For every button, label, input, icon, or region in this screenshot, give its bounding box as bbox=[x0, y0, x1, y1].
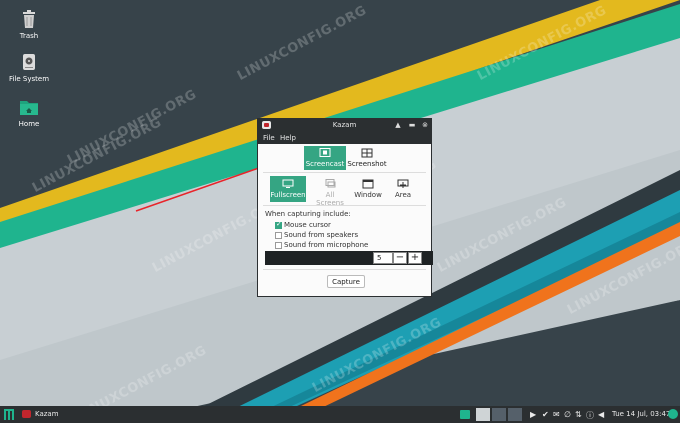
user-avatar[interactable] bbox=[668, 409, 678, 419]
taskbar: Kazam ▶ ✔ ✉ ∅ ⇅ ⓘ ◀ Tue 14 Jul, 03:47 bbox=[0, 406, 680, 423]
network-icon[interactable]: ⇅ bbox=[575, 410, 582, 427]
kazam-taskbar-icon bbox=[22, 410, 31, 418]
area-button[interactable]: Area bbox=[385, 176, 421, 202]
menu-button[interactable] bbox=[2, 406, 16, 423]
close-icon[interactable]: ⊗ bbox=[420, 120, 430, 130]
fullscreen-button[interactable]: Fullscreen bbox=[270, 176, 306, 202]
screenshot-label: Screenshot bbox=[347, 160, 387, 168]
capture-button[interactable]: Capture bbox=[327, 275, 365, 288]
kazam-window: Kazam ▲ ▬ ⊗ File Help Screencast Screens… bbox=[257, 118, 433, 297]
countdown-input[interactable]: 5 bbox=[373, 252, 393, 264]
area-label: Area bbox=[394, 191, 412, 199]
speakers-label: Sound from speakers bbox=[284, 231, 359, 239]
screencast-button[interactable]: Screencast bbox=[304, 146, 346, 170]
countdown-decrease-button[interactable]: − bbox=[393, 252, 407, 264]
shield-icon[interactable]: ✔ bbox=[542, 410, 549, 427]
area-icon bbox=[397, 179, 409, 188]
desktop-icon-label: Home bbox=[18, 120, 40, 128]
all-screens-button[interactable]: All Screens bbox=[312, 176, 348, 207]
divider bbox=[263, 269, 426, 270]
window-label: Window bbox=[354, 191, 382, 199]
workspace-3[interactable] bbox=[508, 408, 522, 421]
taskbar-kazam-label: Kazam bbox=[35, 410, 59, 418]
volume-icon[interactable]: ◀ bbox=[598, 410, 604, 427]
minimize-icon[interactable]: ▬ bbox=[407, 120, 417, 130]
trash-icon bbox=[19, 9, 39, 29]
countdown-increase-button[interactable]: + bbox=[408, 252, 422, 264]
mouse-cursor-label: Mouse cursor bbox=[284, 221, 331, 229]
menubar: File Help bbox=[258, 132, 431, 144]
camera-icon[interactable]: ▶ bbox=[530, 410, 536, 427]
keep-above-icon[interactable]: ▲ bbox=[393, 120, 403, 130]
chat-icon[interactable] bbox=[460, 410, 470, 419]
divider bbox=[263, 172, 426, 173]
mail-icon[interactable]: ✉ bbox=[553, 410, 560, 427]
workspace-2[interactable] bbox=[492, 408, 506, 421]
window-titlebar[interactable]: Kazam ▲ ▬ ⊗ bbox=[258, 119, 431, 132]
mouse-cursor-checkbox[interactable] bbox=[275, 220, 282, 229]
countdown-row: 5 − + bbox=[265, 251, 433, 265]
desktop-icon-label: File System bbox=[8, 75, 50, 83]
menu-help[interactable]: Help bbox=[280, 134, 296, 142]
all-screens-icon bbox=[325, 179, 336, 188]
window-icon bbox=[362, 179, 374, 189]
window-title: Kazam bbox=[332, 121, 357, 129]
mint-logo-icon bbox=[4, 409, 14, 420]
microphone-checkbox[interactable] bbox=[275, 242, 282, 249]
home-folder-icon bbox=[19, 97, 39, 117]
desktop-icon-label: Trash bbox=[19, 32, 39, 40]
desktop-icon-file-system[interactable]: File System bbox=[6, 52, 52, 83]
options-heading: When capturing include: bbox=[265, 210, 351, 218]
attachment-icon[interactable]: ∅ bbox=[564, 410, 571, 427]
window-button[interactable]: Window bbox=[350, 176, 386, 202]
microphone-label: Sound from microphone bbox=[284, 241, 369, 249]
monitor-icon bbox=[282, 179, 294, 188]
info-icon[interactable]: ⓘ bbox=[586, 410, 594, 427]
menu-file[interactable]: File bbox=[263, 134, 275, 142]
fullscreen-label: Fullscreen bbox=[270, 191, 306, 199]
speakers-checkbox[interactable] bbox=[275, 232, 282, 239]
desktop-icon-trash[interactable]: Trash bbox=[6, 9, 52, 40]
screenshot-icon bbox=[361, 148, 373, 158]
workspace-1[interactable] bbox=[476, 408, 490, 421]
screencast-icon bbox=[319, 148, 331, 157]
desktop-icon-home[interactable]: Home bbox=[6, 97, 52, 128]
screencast-label: Screencast bbox=[305, 160, 345, 168]
screenshot-button[interactable]: Screenshot bbox=[346, 146, 388, 170]
clock[interactable]: Tue 14 Jul, 03:47 bbox=[612, 410, 670, 418]
divider bbox=[263, 205, 426, 206]
drive-icon bbox=[19, 52, 39, 72]
taskbar-kazam-item[interactable]: Kazam bbox=[20, 406, 80, 423]
